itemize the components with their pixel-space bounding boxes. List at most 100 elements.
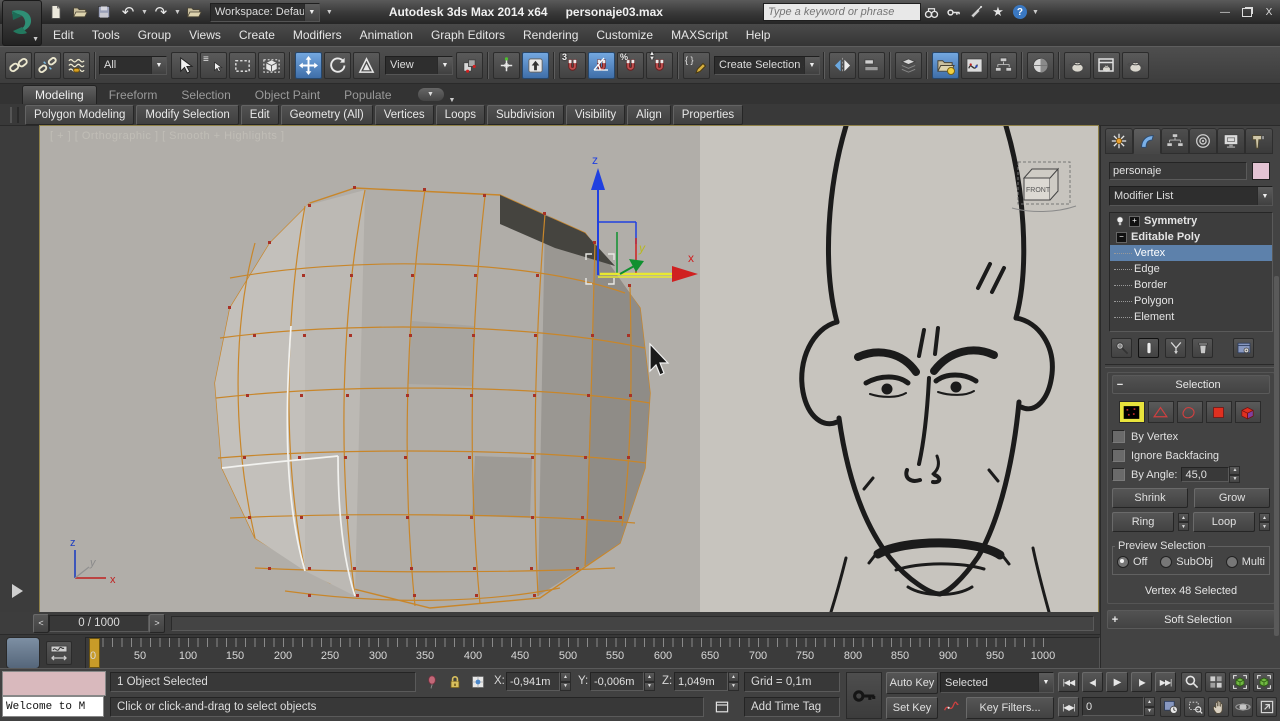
- preview-multi-radio[interactable]: Multi: [1225, 556, 1265, 568]
- editable-poly-mesh[interactable]: [214, 186, 651, 609]
- menu-edit[interactable]: Edit: [44, 24, 83, 46]
- keyboard-shortcut-override-toggle[interactable]: [522, 51, 549, 79]
- ribbon-tab-selection[interactable]: Selection: [169, 86, 242, 104]
- workspace-selector[interactable]: Workspace: Default ▼: [209, 2, 320, 22]
- current-frame-field[interactable]: [1082, 697, 1144, 716]
- panel-edit[interactable]: Edit: [240, 104, 279, 125]
- snaps-toggle-3d[interactable]: 3: [559, 51, 586, 79]
- selection-lock-toggle[interactable]: [445, 672, 465, 692]
- mirror-button[interactable]: [829, 51, 856, 79]
- next-frame-button[interactable]: |▶: [1131, 672, 1152, 692]
- unlink-selection-button[interactable]: [34, 51, 61, 79]
- preview-off-radio[interactable]: Off: [1117, 556, 1147, 568]
- render-production-button[interactable]: [1122, 51, 1149, 79]
- modifier-list-dropdown[interactable]: Modifier List ▼: [1109, 186, 1273, 206]
- render-setup-button[interactable]: [1064, 51, 1091, 79]
- search-input[interactable]: [762, 3, 921, 21]
- by-angle-field[interactable]: [1181, 467, 1230, 482]
- tab-modify[interactable]: [1133, 128, 1161, 154]
- use-pivot-point-center-button[interactable]: [456, 51, 483, 79]
- select-and-scale-button[interactable]: [353, 51, 380, 79]
- select-by-name-button[interactable]: ≡: [200, 51, 227, 79]
- tab-display[interactable]: [1217, 128, 1245, 154]
- element-subobject-button[interactable]: [1234, 401, 1261, 423]
- zoom-extents-button[interactable]: [1229, 672, 1250, 692]
- orbit-button[interactable]: [1232, 697, 1253, 717]
- make-unique-button[interactable]: [1165, 338, 1186, 358]
- ring-button[interactable]: Ring: [1112, 512, 1174, 532]
- open-file-button[interactable]: [69, 2, 91, 22]
- shrink-button[interactable]: Shrink: [1112, 488, 1188, 508]
- ribbon-grip[interactable]: [10, 106, 19, 123]
- previous-frame-slider-button[interactable]: <: [33, 613, 49, 633]
- stack-row-vertex[interactable]: Vertex: [1110, 245, 1272, 261]
- remove-modifier-button[interactable]: [1192, 338, 1213, 358]
- time-tag-window-icon[interactable]: [712, 697, 732, 717]
- menu-help[interactable]: Help: [737, 24, 780, 46]
- ribbon-tab-freeform[interactable]: Freeform: [97, 86, 170, 104]
- set-keys-button[interactable]: [846, 672, 882, 719]
- by-angle-spinner[interactable]: ▲ ▼: [1229, 466, 1241, 483]
- select-and-rotate-button[interactable]: [324, 51, 351, 79]
- zoom-region-button[interactable]: [1184, 697, 1205, 717]
- ribbon-tab-populate[interactable]: Populate: [332, 86, 403, 104]
- menu-graph-editors[interactable]: Graph Editors: [422, 24, 514, 46]
- angle-snap-toggle[interactable]: [588, 51, 615, 79]
- stack-row-polygon[interactable]: Polygon: [1110, 293, 1272, 309]
- tab-hierarchy[interactable]: [1161, 128, 1189, 154]
- panel-vertices[interactable]: Vertices: [374, 104, 434, 125]
- named-selection-set-dropdown[interactable]: Create Selection Set ▼: [714, 55, 820, 75]
- menu-maxscript[interactable]: MAXScript: [662, 24, 737, 46]
- favorites-button[interactable]: ★: [990, 4, 1006, 20]
- object-color-swatch[interactable]: [1252, 162, 1270, 180]
- maxscript-mini-listener-macro[interactable]: [2, 671, 106, 696]
- select-and-manipulate-button[interactable]: [493, 51, 520, 79]
- save-file-button[interactable]: [93, 2, 115, 22]
- edge-subobject-button[interactable]: [1147, 401, 1174, 423]
- command-panel-scrollbar[interactable]: [1274, 276, 1279, 636]
- go-to-start-button[interactable]: |◀◀: [1058, 672, 1079, 692]
- redo-button[interactable]: ↷: [150, 2, 172, 22]
- timeline-corner-button[interactable]: [6, 637, 40, 669]
- window-crossing-toggle[interactable]: [258, 51, 285, 79]
- isolate-selection-toggle[interactable]: [422, 672, 442, 692]
- tab-utilities[interactable]: [1245, 128, 1273, 154]
- time-slider-track[interactable]: [171, 615, 1094, 631]
- collapse-editable-poly-box[interactable]: −: [1116, 231, 1127, 243]
- zoom-all-button[interactable]: [1205, 672, 1226, 692]
- layer-manager-button[interactable]: [895, 51, 922, 79]
- border-subobject-button[interactable]: [1176, 401, 1203, 423]
- panel-visibility[interactable]: Visibility: [565, 104, 626, 125]
- stack-row-edge[interactable]: Edge: [1110, 261, 1272, 277]
- ribbon-tab-object-paint[interactable]: Object Paint: [243, 86, 332, 104]
- help-dropdown[interactable]: ▼: [1032, 9, 1039, 16]
- time-slider-value[interactable]: 0 / 1000: [49, 614, 149, 632]
- ignore-backfacing-checkbox[interactable]: [1112, 449, 1125, 462]
- material-editor-button[interactable]: [1027, 51, 1054, 79]
- expand-symmetry-box[interactable]: +: [1129, 215, 1140, 227]
- undo-dropdown[interactable]: ▼: [141, 9, 148, 16]
- menu-create[interactable]: Create: [230, 24, 284, 46]
- preview-subobj-radio[interactable]: SubObj: [1160, 556, 1213, 568]
- curve-editor-button[interactable]: [961, 51, 988, 79]
- absolute-mode-transform-toggle[interactable]: [468, 672, 488, 692]
- zoom-extents-all-button[interactable]: [1253, 672, 1274, 692]
- graphite-modeling-tools-toggle[interactable]: [932, 51, 959, 79]
- panel-modify-selection[interactable]: Modify Selection: [136, 104, 239, 125]
- auto-key-button[interactable]: Auto Key: [886, 672, 938, 694]
- panel-align[interactable]: Align: [627, 104, 671, 125]
- expand-tray-arrow-button[interactable]: [12, 584, 23, 598]
- play-animation-button[interactable]: ▶: [1106, 672, 1128, 692]
- next-frame-slider-button[interactable]: >: [149, 613, 165, 633]
- soft-selection-rollout-header[interactable]: + Soft Selection: [1107, 610, 1275, 629]
- z-coordinate-field[interactable]: [674, 672, 728, 691]
- key-filters-button[interactable]: Key Filters...: [966, 697, 1054, 719]
- menu-tools[interactable]: Tools: [83, 24, 129, 46]
- percent-snap-toggle[interactable]: %: [617, 51, 644, 79]
- reference-coordinate-system-dropdown[interactable]: View ▼: [385, 55, 453, 75]
- modifier-enabled-bulb-icon[interactable]: [1114, 215, 1126, 227]
- track-bar-ruler[interactable]: 0 50 100 150 200 250 300 350 400 450 500…: [85, 637, 1100, 669]
- y-spinner[interactable]: ▲ ▼: [644, 672, 655, 691]
- workspace-flyout[interactable]: ▼: [326, 9, 333, 16]
- pan-view-button[interactable]: [1208, 697, 1229, 717]
